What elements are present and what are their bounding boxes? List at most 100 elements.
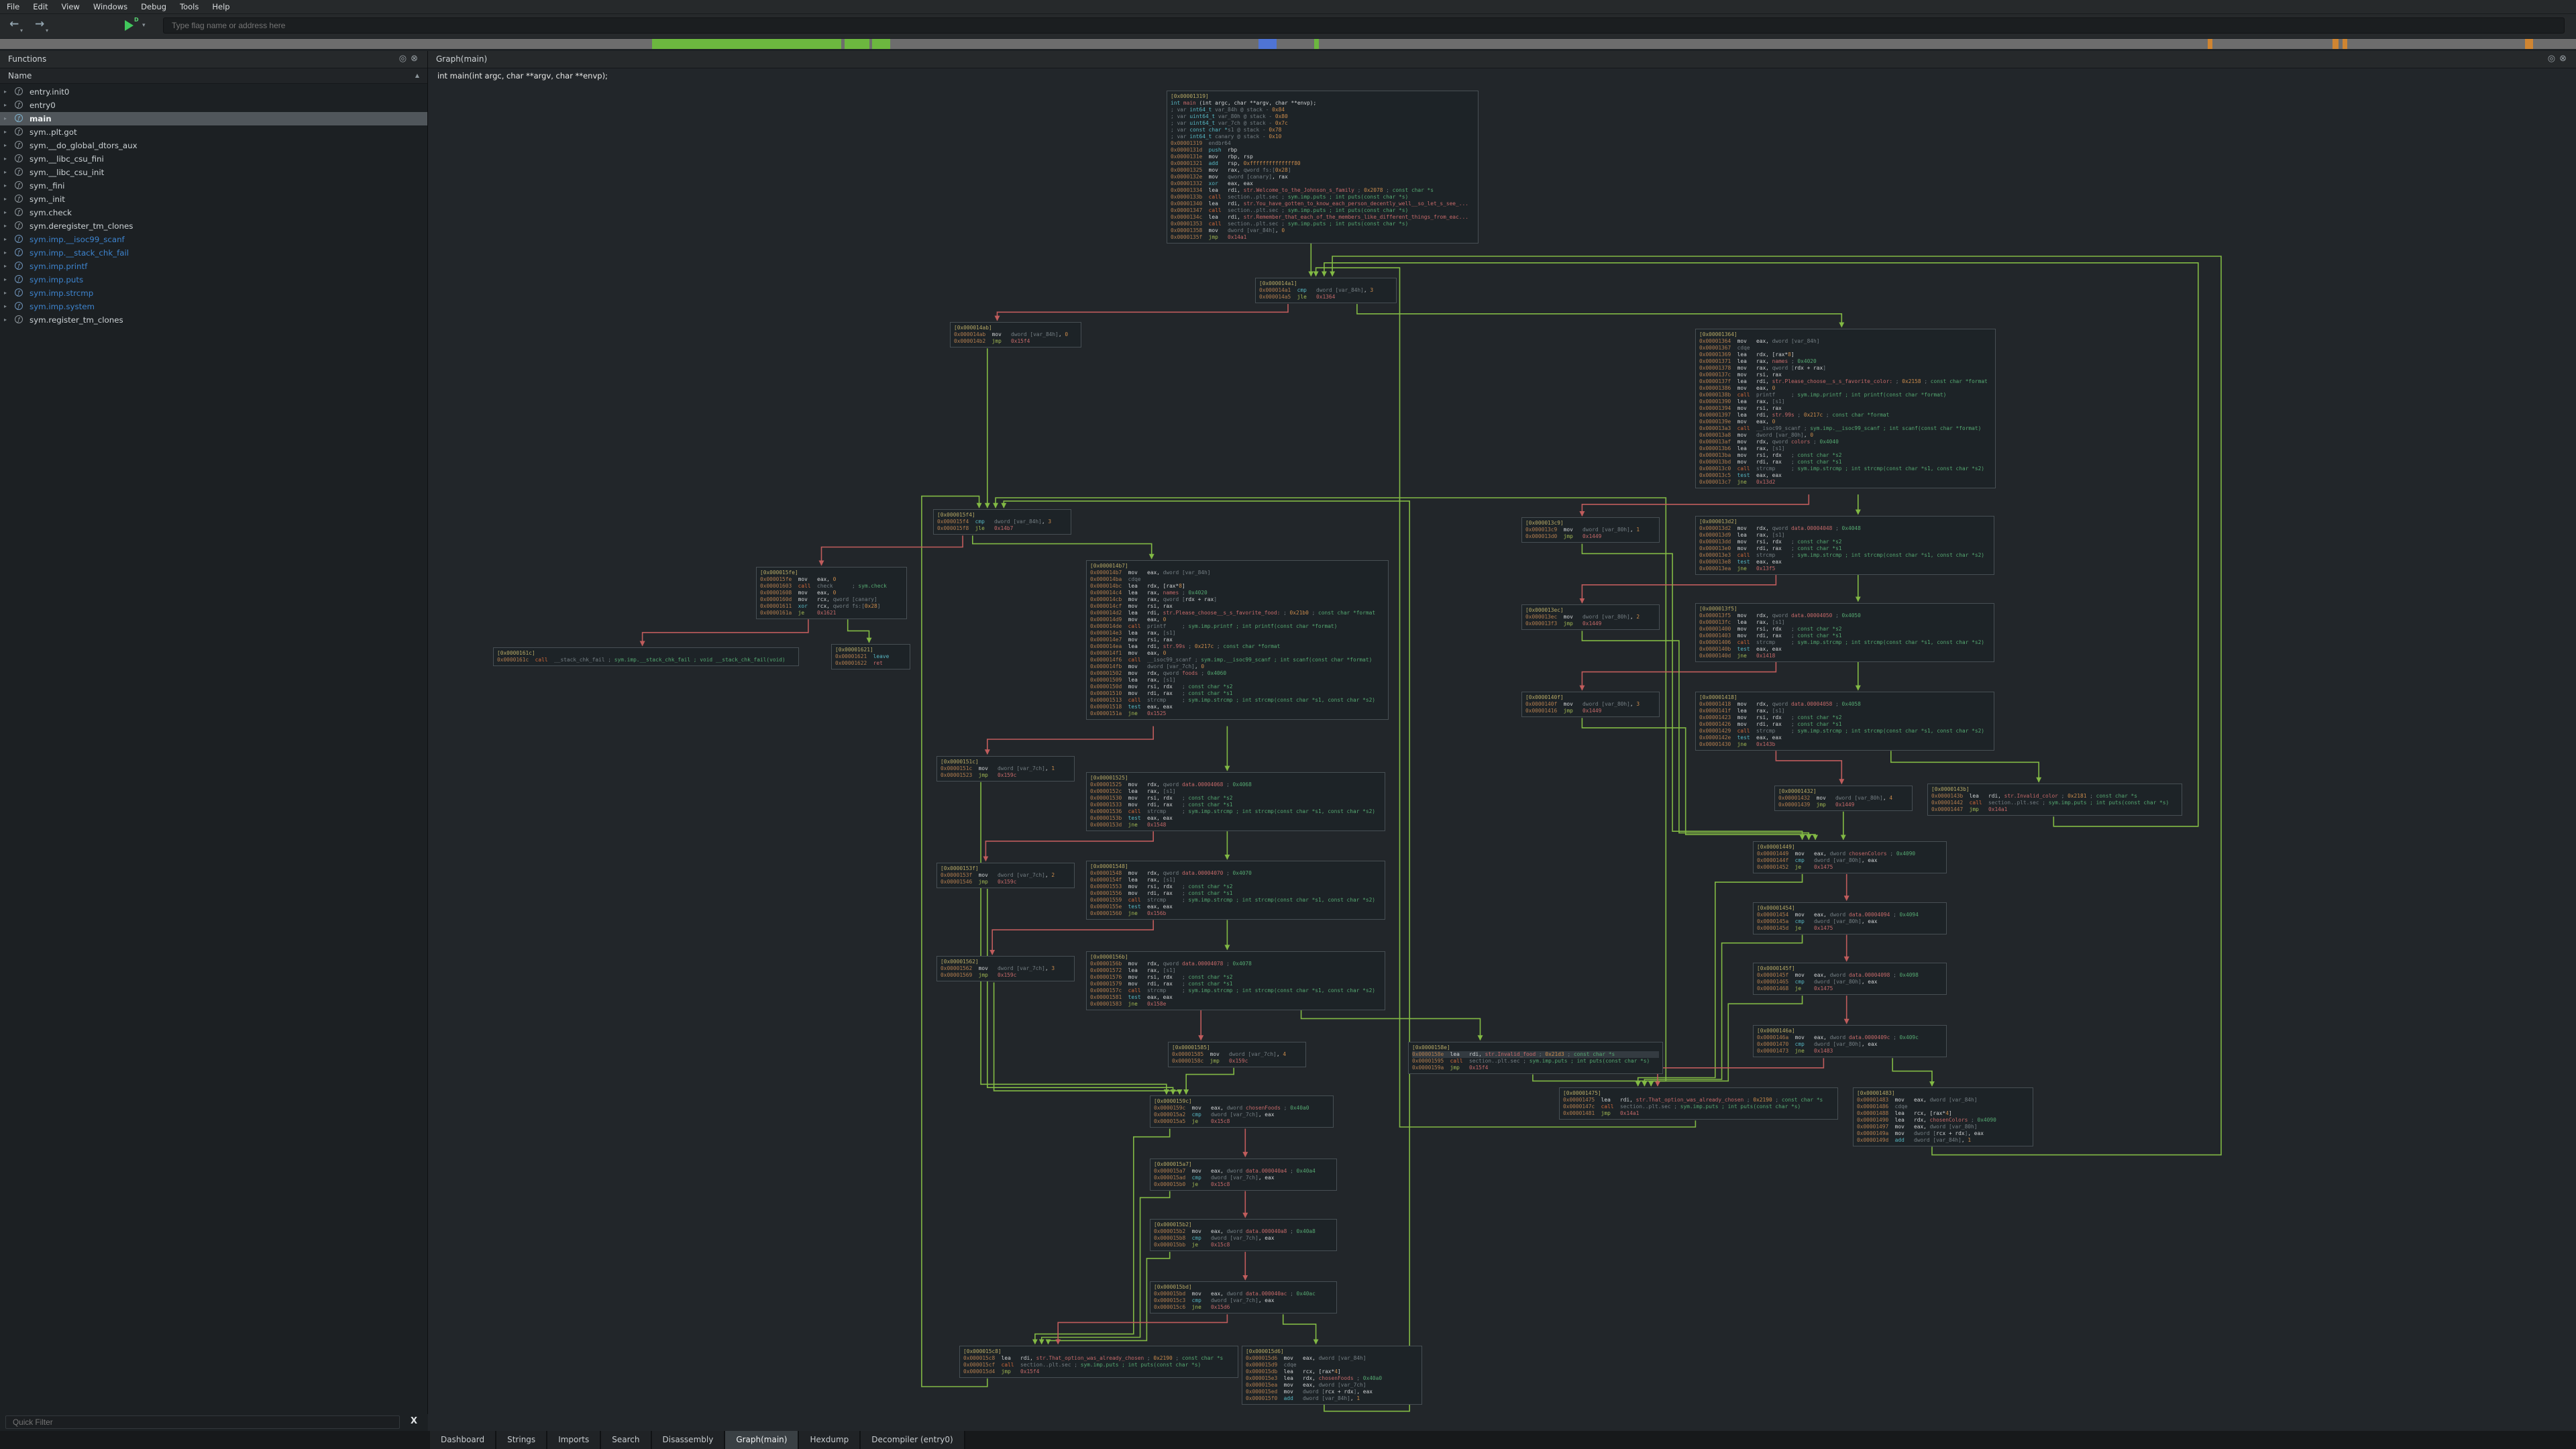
graph-node-0x0000156b[interactable]: [0x0000156b] 0x0000156b mov rdx, qword da… — [1086, 951, 1385, 1010]
asm-line: 0x0000137f lea rdi, str.Please_choose__s… — [1699, 378, 1988, 384]
asm-line: 0x0000158e lea rdi, str.Invalid_food ; 0… — [1412, 1051, 1659, 1058]
graph-node-0x000015fe[interactable]: [0x000015fe] 0x000015fe mov eax, 0 0x00001… — [756, 567, 907, 619]
asm-line: 0x00001621 leave — [835, 653, 890, 659]
asm-line: 0x00001340 lea rdi, str.You_have_gotten_… — [1171, 201, 1468, 207]
graph-node-0x000013d2[interactable]: [0x000013d2] 0x000013d2 mov rdx, qword da… — [1695, 516, 1994, 575]
asm-line: 0x000015b2 mov eax, dword data.000040a8 … — [1154, 1228, 1316, 1234]
asm-line: 0x00001490 lea rdx, chosenColors ; 0x409… — [1857, 1117, 1996, 1123]
asm-line: 0x000015b8 cmp dword [var_7ch], eax — [1154, 1235, 1275, 1241]
graph-node-0x00001364[interactable]: [0x00001364] 0x00001364 mov eax, dword [v… — [1695, 329, 1996, 488]
asm-line: 0x0000147c call section..plt.sec ; sym.i… — [1563, 1104, 1801, 1110]
tab-search[interactable]: Search — [601, 1431, 652, 1449]
graph-node-0x00001475[interactable]: [0x00001475] 0x00001475 lea rdi, str.That… — [1559, 1087, 1838, 1120]
asm-line: 0x000013d2 mov rdx, qword data.00004048 … — [1699, 525, 1861, 531]
asm-line: 0x000013f5 mov rdx, qword data.00004050 … — [1699, 612, 1861, 619]
asm-line: 0x000014a5 jle 0x1364 — [1259, 294, 1336, 300]
graph-node-0x000014b7[interactable]: [0x000014b7] 0x000014b7 mov eax, dword [v… — [1086, 560, 1389, 720]
asm-line: 0x000015d9 cdqe — [1246, 1362, 1297, 1368]
asm-line: 0x000013ba mov rsi, rdx ; const char *s2 — [1699, 452, 1842, 458]
asm-line: [0x00001621] — [835, 647, 873, 653]
asm-line: 0x000013f3 jmp 0x1449 — [1525, 621, 1602, 627]
graph-node-0x0000153f[interactable]: [0x0000153f] 0x0000153f mov dword [var_7c… — [936, 863, 1075, 888]
asm-line: ; var uint64_t var_80h @ stack - 0x80 — [1171, 113, 1288, 119]
asm-line: 0x0000131d push rbp — [1171, 147, 1238, 153]
graph-node-0x000015a7[interactable]: [0x000015a7] 0x000015a7 mov eax, dword da… — [1150, 1159, 1337, 1191]
graph-node-0x0000145f[interactable]: [0x0000145f] 0x0000145f mov eax, dword da… — [1753, 963, 1947, 995]
asm-line: 0x00001378 mov rax, qword [rdx + rax] — [1699, 365, 1826, 371]
asm-line: 0x00001497 mov eax, dword [var_80h] — [1857, 1124, 1978, 1130]
graph-node-0x00001449[interactable]: [0x00001449] 0x00001449 mov eax, dword ch… — [1753, 841, 1947, 873]
graph-node-0x0000143b[interactable]: [0x0000143b] 0x0000143b lea rdi, str.Inva… — [1927, 784, 2182, 816]
asm-line: 0x000014a1 cmp dword [var_84h], 3 — [1259, 287, 1374, 293]
asm-line: [0x000013c9] — [1525, 520, 1564, 526]
graph-node-0x000015b2[interactable]: [0x000015b2] 0x000015b2 mov eax, dword da… — [1150, 1219, 1337, 1251]
graph-node-0x0000159c[interactable]: [0x0000159c] 0x0000159c mov eax, dword ch… — [1150, 1095, 1334, 1128]
asm-line: 0x000014b7 mov eax, dword [var_84h] — [1090, 570, 1211, 576]
asm-line: 0x0000133b call section..plt.sec ; sym.i… — [1171, 194, 1409, 200]
tab-decompiler-entry0[interactable]: Decompiler (entry0) — [861, 1431, 965, 1449]
asm-line: 0x000014d2 lea rdi, str.Please_choose__s… — [1090, 610, 1376, 616]
graph-node-0x00001432[interactable]: [0x00001432] 0x00001432 mov dword [var_80… — [1774, 786, 1913, 811]
graph-node-0x0000146a[interactable]: [0x0000146a] 0x0000146a mov eax, dword da… — [1753, 1025, 1947, 1057]
graph-node-0x00001548[interactable]: [0x00001548] 0x00001548 mov rdx, qword da… — [1086, 861, 1385, 920]
tab-hexdump[interactable]: Hexdump — [799, 1431, 861, 1449]
asm-line: 0x00001325 mov rax, qword fs:[0x28] — [1171, 167, 1291, 173]
asm-line: 0x0000131e mov rbp, rsp — [1171, 154, 1253, 160]
graph-node-0x0000158e[interactable]: [0x0000158e] 0x0000158e lea rdi, str.Inva… — [1408, 1042, 1663, 1074]
asm-line: 0x000013e3 call strcmp ; sym.imp.strcmp … — [1699, 552, 1985, 558]
asm-line: 0x00001518 test eax, eax — [1090, 704, 1173, 710]
graph-node-0x0000161c[interactable]: [0x0000161c] 0x0000161c call __stack_chk_… — [493, 647, 799, 666]
tab-strings[interactable]: Strings — [496, 1431, 548, 1449]
graph-node-0x00001525[interactable]: [0x00001525] 0x00001525 mov rdx, qword da… — [1086, 772, 1385, 831]
asm-line: [0x00001548] — [1090, 863, 1128, 869]
asm-line: 0x000015a7 mov eax, dword data.000040a4 … — [1154, 1168, 1316, 1174]
asm-line: 0x000015c3 cmp dword [var_7ch], eax — [1154, 1297, 1275, 1303]
graph-node-0x000014ab[interactable]: [0x000014ab] 0x000014ab mov dword [var_84… — [950, 322, 1081, 347]
asm-line: 0x000014ea lea rdi, str.99s ; 0x217c ; c… — [1090, 643, 1281, 649]
graph-node-0x00001585[interactable]: [0x00001585] 0x00001585 mov dword [var_7c… — [1168, 1042, 1306, 1067]
asm-line: 0x000015e3 lea rdx, chosenFoods ; 0x40a0 — [1246, 1375, 1383, 1381]
graph-node-0x00001621[interactable]: [0x00001621] 0x00001621 leave 0x00001622 r… — [831, 644, 910, 669]
asm-line: [0x000015d6] — [1246, 1348, 1284, 1354]
asm-line: 0x0000144f cmp dword [var_80h], eax — [1757, 857, 1878, 863]
graph-node-0x00001483[interactable]: [0x00001483] 0x00001483 mov eax, dword [v… — [1853, 1087, 2033, 1146]
asm-line: 0x000015c8 lea rdi, str.That_option_was_… — [963, 1355, 1224, 1361]
tab-imports[interactable]: Imports — [547, 1431, 602, 1449]
asm-line: 0x00001430 jne 0x143b — [1699, 741, 1776, 747]
asm-line: 0x00001585 mov dword [var_7ch], 4 — [1172, 1051, 1287, 1057]
asm-line: 0x0000159c mov eax, dword chosenFoods ; … — [1154, 1105, 1309, 1111]
asm-line: int main (int argc, char **argv, char **… — [1171, 100, 1317, 106]
graph-node-0x0000151c[interactable]: [0x0000151c] 0x0000151c mov dword [var_7c… — [936, 756, 1075, 782]
graph-node-0x00001418[interactable]: [0x00001418] 0x00001418 mov rdx, qword da… — [1695, 692, 1994, 751]
asm-line: 0x000013e0 mov rdi, rax ; const char *s1 — [1699, 545, 1842, 551]
graph-node-0x000015c8[interactable]: [0x000015c8] 0x000015c8 lea rdi, str.That… — [959, 1346, 1238, 1378]
asm-line: [0x0000153f] — [941, 865, 979, 871]
asm-line: 0x00001608 mov eax, 0 — [760, 590, 837, 596]
graph-node-0x00001562[interactable]: [0x00001562] 0x00001562 mov dword [var_7c… — [936, 956, 1075, 981]
asm-line: 0x00001452 je 0x1475 — [1757, 864, 1833, 870]
asm-line: 0x0000134c lea rdi, str.Remember_that_ea… — [1171, 214, 1468, 220]
asm-line: 0x000015d4 jmp 0x15f4 — [963, 1368, 1040, 1375]
graph-node-0x000015d6[interactable]: [0x000015d6] 0x000015d6 mov eax, dword [v… — [1242, 1346, 1422, 1405]
asm-line: 0x00001483 mov eax, dword [var_84h] — [1857, 1097, 1978, 1103]
asm-line: 0x00001465 cmp dword [var_80h], eax — [1757, 979, 1878, 985]
graph-canvas[interactable]: [0x00001319] int main (int argc, char **a… — [0, 0, 2576, 1449]
asm-line: 0x00001513 call strcmp ; sym.imp.strcmp … — [1090, 697, 1376, 703]
tab-disassembly[interactable]: Disassembly — [651, 1431, 726, 1449]
graph-node-0x0000140f[interactable]: [0x0000140f] 0x0000140f mov dword [var_80… — [1521, 692, 1660, 717]
graph-node-0x000013ec[interactable]: [0x000013ec] 0x000013ec mov dword [var_80… — [1521, 604, 1660, 630]
asm-line: [0x000014b7] — [1090, 563, 1128, 569]
graph-node-0x000013f5[interactable]: [0x000013f5] 0x000013f5 mov rdx, qword da… — [1695, 603, 1994, 662]
graph-node-0x000015bd[interactable]: [0x000015bd] 0x000015bd mov eax, dword da… — [1150, 1281, 1337, 1313]
asm-line: 0x00001560 jne 0x156b — [1090, 910, 1167, 916]
tab-graph-main[interactable]: Graph(main) — [725, 1431, 800, 1449]
graph-node-0x00001454[interactable]: [0x00001454] 0x00001454 mov eax, dword da… — [1753, 902, 1947, 934]
graph-node-0x00001319[interactable]: [0x00001319] int main (int argc, char **a… — [1167, 91, 1479, 244]
asm-line: 0x00001418 mov rdx, qword data.00004058 … — [1699, 701, 1861, 707]
graph-node-0x000014a1[interactable]: [0x000014a1] 0x000014a1 cmp dword [var_84… — [1255, 278, 1397, 303]
graph-node-0x000013c9[interactable]: [0x000013c9] 0x000013c9 mov dword [var_80… — [1521, 517, 1660, 543]
asm-line: [0x00001585] — [1172, 1044, 1210, 1051]
graph-node-0x000015f4[interactable]: [0x000015f4] 0x000015f4 cmp dword [var_84… — [933, 509, 1071, 535]
tab-dashboard[interactable]: Dashboard — [430, 1431, 497, 1449]
asm-line: [0x00001319] — [1171, 93, 1209, 99]
